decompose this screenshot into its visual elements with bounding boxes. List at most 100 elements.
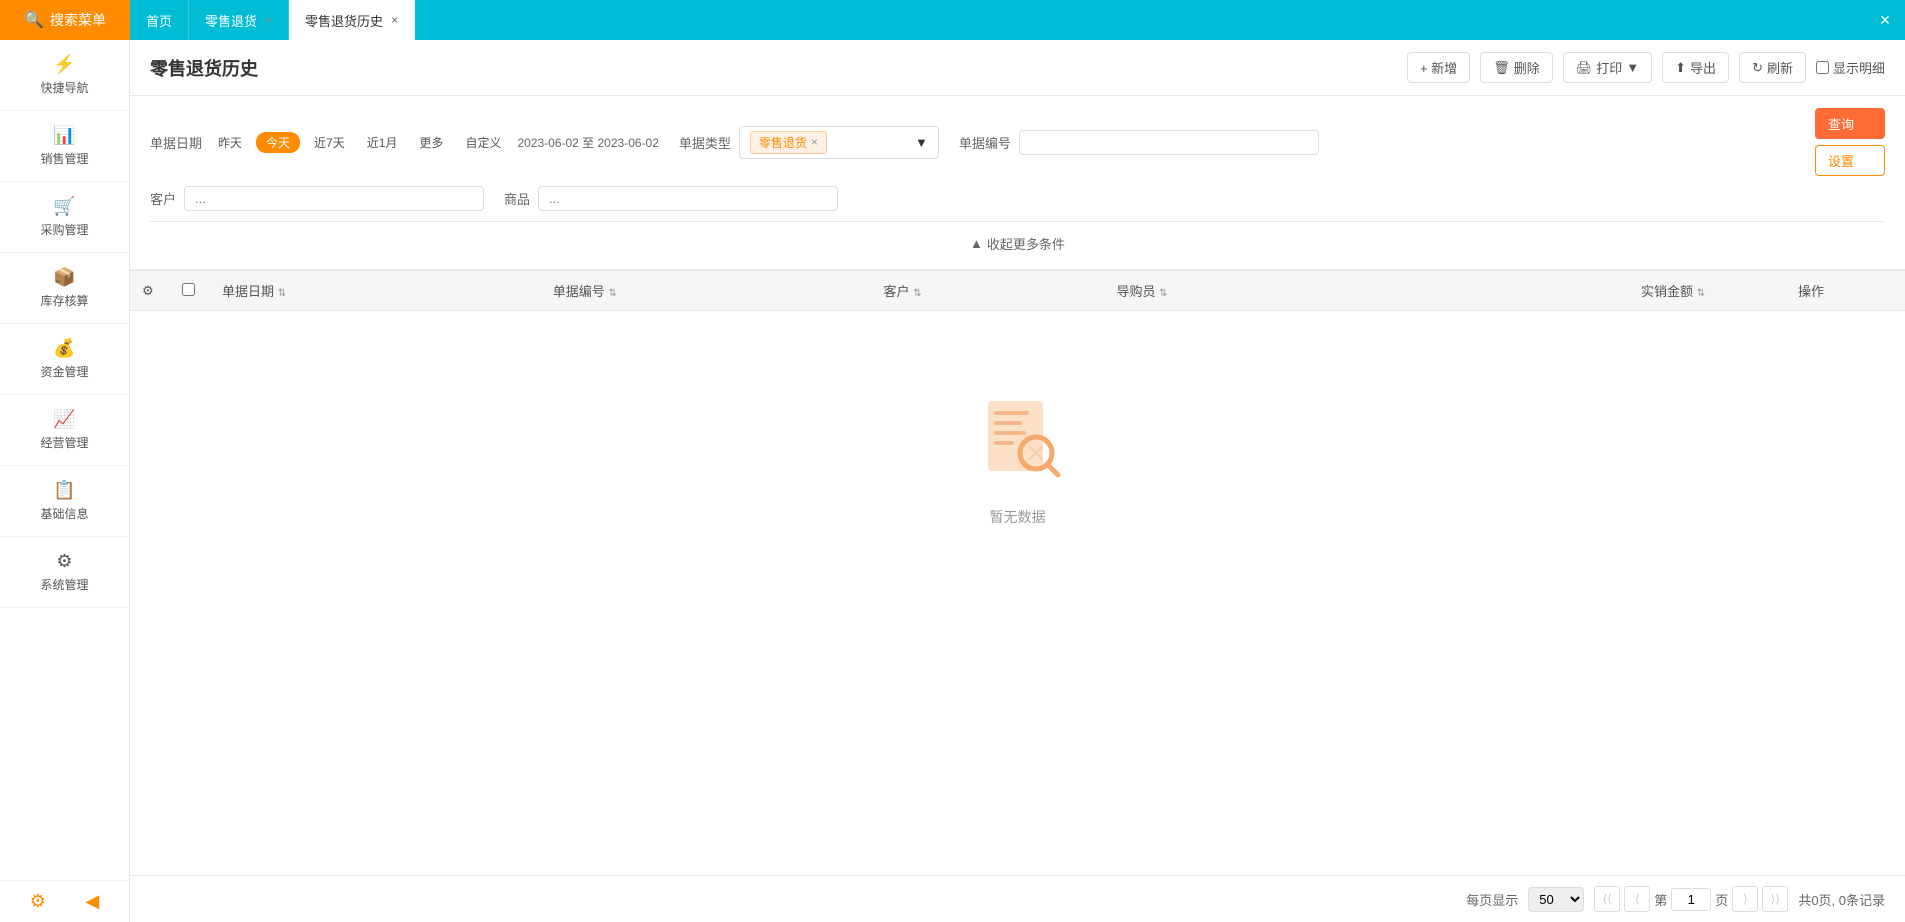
tab-bar: 首页 零售退货 × 零售退货历史 ×: [130, 0, 1865, 40]
amount-sort-icon: ⇅: [1697, 288, 1705, 299]
sidebar-item-finance[interactable]: 💰 资金管理: [0, 324, 129, 395]
system-icon: ⚙: [56, 551, 72, 572]
sidebar-settings-button[interactable]: ⚙: [30, 891, 46, 912]
page-prev-button[interactable]: ⟨: [1624, 886, 1650, 912]
tab-retail-return[interactable]: 零售退货 ×: [189, 0, 289, 40]
filter-area: 单据日期 昨天 今天 近7天 近1月 更多 自定义 2023-06-02 至 2…: [130, 96, 1905, 270]
select-all-checkbox[interactable]: [182, 283, 195, 296]
show-detail-label: 显示明细: [1833, 58, 1885, 77]
tab-home[interactable]: 首页: [130, 0, 189, 40]
delete-icon: 🗑: [1493, 60, 1510, 76]
number-filter-label: 单据编号: [959, 133, 1011, 152]
date-range-display: 2023-06-02 至 2023-06-02: [517, 134, 658, 151]
sidebar-item-basic-info[interactable]: 📋 基础信息: [0, 466, 129, 537]
window-close-button[interactable]: ×: [1865, 0, 1905, 40]
number-sort-icon: ⇅: [608, 288, 616, 299]
tab-retail-return-history[interactable]: 零售退货历史 ×: [289, 0, 415, 40]
sidebar-item-system[interactable]: ⚙ 系统管理: [0, 537, 129, 608]
page-first-button[interactable]: ⟨⟨: [1594, 886, 1620, 912]
tab-retail-return-close[interactable]: ×: [265, 13, 272, 27]
type-filter: 单据类型 零售退货 × ▼: [679, 126, 939, 159]
date-btn-more[interactable]: 更多: [411, 132, 451, 153]
sidebar: ⚡ 快捷导航 📊 销售管理 🛒 采购管理 📦 库存核算 💰 资金管理 📈 经营管…: [0, 40, 130, 922]
collapse-button[interactable]: ▲ 收起更多条件: [150, 230, 1885, 257]
top-bar: 🔍 搜索菜单 首页 零售退货 × 零售退货历史 × ×: [0, 0, 1905, 40]
date-filter: 单据日期 昨天 今天 近7天 近1月 更多 自定义 2023-06-02 至 2…: [150, 132, 659, 153]
main-layout: ⚡ 快捷导航 📊 销售管理 🛒 采购管理 📦 库存核算 💰 资金管理 📈 经营管…: [0, 40, 1905, 922]
date-btn-1month[interactable]: 近1月: [359, 132, 406, 153]
col-checkbox[interactable]: [170, 271, 210, 311]
export-icon: ⬆: [1675, 60, 1686, 76]
collapse-label: 收起更多条件: [987, 234, 1065, 253]
number-filter: 单据编号: [959, 130, 1319, 155]
refresh-icon: ↻: [1752, 60, 1763, 76]
date-filter-label: 单据日期: [150, 133, 202, 152]
finance-icon: 💰: [53, 338, 75, 359]
date-btn-yesterday[interactable]: 昨天: [210, 132, 250, 153]
page-header: 零售退货历史 + 新增 🗑 删除 🖨 打印 ▼ ⬆ 导出 ↻: [130, 40, 1905, 96]
sidebar-item-finance-label: 资金管理: [40, 363, 88, 380]
print-button[interactable]: 🖨 打印 ▼: [1563, 52, 1652, 83]
sidebar-item-quick-nav-label: 快捷导航: [40, 79, 88, 96]
type-select[interactable]: 零售退货 × ▼: [739, 126, 939, 159]
refresh-button[interactable]: ↻ 刷新: [1739, 52, 1806, 83]
table-area: ⚙ 单据日期 ⇅ 单据编号 ⇅: [130, 270, 1905, 875]
customer-filter: 客户: [150, 186, 484, 211]
print-icon: 🖨: [1576, 60, 1593, 76]
col-guide[interactable]: 导购员 ⇅: [1104, 271, 1386, 311]
sidebar-bottom: ⚙ ◀: [0, 880, 129, 922]
sidebar-item-inventory-label: 库存核算: [40, 292, 88, 309]
show-detail-checkbox[interactable]: [1816, 61, 1829, 74]
sidebar-item-sales-label: 销售管理: [40, 150, 88, 167]
delete-button[interactable]: 🗑 删除: [1480, 52, 1553, 83]
date-sort-icon: ⇅: [278, 288, 286, 299]
col-amount[interactable]: 实销金额 ⇅: [1386, 271, 1717, 311]
settings-button[interactable]: 设置: [1815, 145, 1885, 176]
type-filter-label: 单据类型: [679, 133, 731, 152]
empty-text: 暂无数据: [990, 507, 1046, 527]
col-customer[interactable]: 客户 ⇅: [871, 271, 1104, 311]
collapse-up-icon: ▲: [970, 236, 983, 251]
new-button[interactable]: + 新增: [1407, 52, 1470, 83]
tab-home-label: 首页: [146, 11, 172, 30]
sidebar-item-sales[interactable]: 📊 销售管理: [0, 111, 129, 182]
search-icon: 🔍: [24, 10, 44, 30]
sidebar-collapse-button[interactable]: ◀: [85, 891, 99, 912]
guide-sort-icon: ⇅: [1159, 288, 1167, 299]
type-select-arrow: ▼: [915, 135, 928, 150]
date-btn-today[interactable]: 今天: [256, 132, 300, 153]
sidebar-item-inventory[interactable]: 📦 库存核算: [0, 253, 129, 324]
col-date[interactable]: 单据日期 ⇅: [210, 271, 541, 311]
number-input[interactable]: [1019, 130, 1319, 155]
empty-state: 暂无数据: [130, 311, 1905, 607]
col-settings[interactable]: ⚙: [130, 271, 170, 311]
page-next-button[interactable]: ⟩: [1732, 886, 1758, 912]
page-total-label: 共0页, 0条记录: [1798, 890, 1885, 909]
col-action: 操作: [1717, 271, 1905, 311]
operations-icon: 📈: [53, 409, 75, 430]
customer-input[interactable]: [184, 186, 484, 211]
type-tag-remove[interactable]: ×: [811, 135, 818, 149]
query-button[interactable]: 查询: [1815, 108, 1885, 139]
search-menu-label: 搜索菜单: [50, 10, 106, 30]
goods-filter: 商品: [504, 186, 838, 211]
filter-row-2: 客户 商品: [150, 186, 1885, 211]
page-last-button[interactable]: ⟩⟩: [1762, 886, 1788, 912]
sidebar-item-purchase[interactable]: 🛒 采购管理: [0, 182, 129, 253]
show-detail-checkbox-label[interactable]: 显示明细: [1816, 58, 1885, 77]
data-table: ⚙ 单据日期 ⇅ 单据编号 ⇅: [130, 270, 1905, 607]
sidebar-item-operations[interactable]: 📈 经营管理: [0, 395, 129, 466]
col-number[interactable]: 单据编号 ⇅: [541, 271, 872, 311]
sidebar-item-quick-nav[interactable]: ⚡ 快捷导航: [0, 40, 129, 111]
pagination-bar: 每页显示 10 20 50 100 ⟨⟨ ⟨ 第 页 ⟩ ⟩⟩ 共0页, 0条记…: [130, 875, 1905, 922]
tab-retail-return-history-close[interactable]: ×: [391, 13, 398, 27]
date-btn-7days[interactable]: 近7天: [306, 132, 353, 153]
goods-input[interactable]: [538, 186, 838, 211]
page-title: 零售退货历史: [150, 55, 258, 81]
export-button[interactable]: ⬆ 导出: [1662, 52, 1729, 83]
search-menu-button[interactable]: 🔍 搜索菜单: [0, 0, 130, 40]
page-number-input[interactable]: [1671, 888, 1711, 911]
date-btn-custom[interactable]: 自定义: [457, 132, 509, 153]
page-size-select[interactable]: 10 20 50 100: [1528, 887, 1584, 912]
empty-illustration: [968, 391, 1068, 491]
